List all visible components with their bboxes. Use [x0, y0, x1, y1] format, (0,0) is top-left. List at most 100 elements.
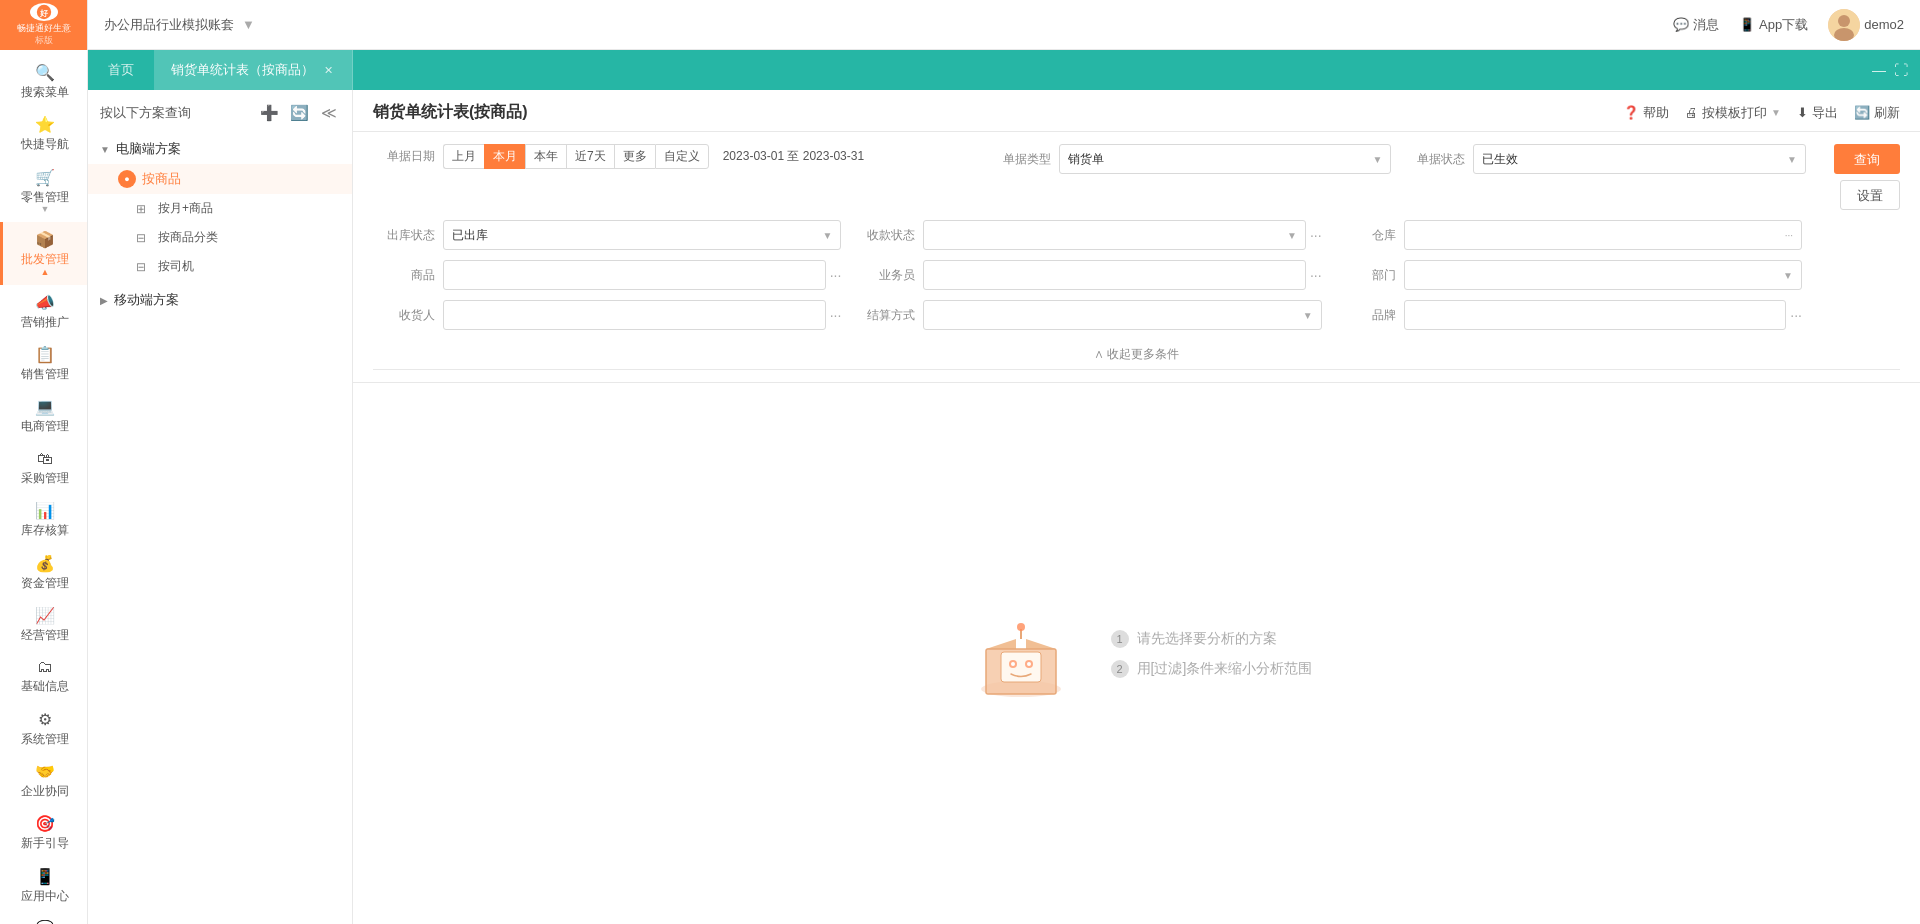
sidebar-item-newbie[interactable]: 🎯 新手引导	[0, 806, 87, 858]
paymentstatus-arrow-icon: ▼	[1287, 230, 1297, 241]
sidebar-item-inventory[interactable]: 📊 库存核算	[0, 493, 87, 545]
collapse-panel-button[interactable]: ≪	[318, 102, 340, 124]
date-range-value: 2023-03-01 至 2023-03-31	[723, 148, 864, 165]
scheme-group-mobile-header[interactable]: ▶ 移动端方案	[88, 285, 352, 315]
retail-arrow-icon: ▼	[41, 204, 50, 214]
dropdown-arrow-icon[interactable]: ▼	[242, 17, 255, 32]
warehouse-select[interactable]: ···	[1404, 220, 1802, 250]
sidebar-item-wholesale-label: 批发管理	[21, 252, 69, 266]
sidebar-item-retail-label: 零售管理	[21, 190, 69, 204]
sales-icon: 📋	[35, 345, 55, 364]
export-icon: ⬇	[1797, 105, 1808, 120]
add-scheme-button[interactable]: ➕	[258, 102, 280, 124]
tab-actions: — ⛶	[1860, 50, 1920, 90]
filter-row-2: 出库状态 已出库 ▼ 收款状态 ▼ ···	[373, 220, 1900, 250]
docstatus-select[interactable]: 已生效 ▼	[1473, 144, 1806, 174]
help-button[interactable]: ❓ 帮助	[1623, 104, 1669, 122]
setting-button[interactable]: 设置	[1840, 180, 1900, 210]
goods-select[interactable]	[443, 260, 826, 290]
date-tab-7days[interactable]: 近7天	[566, 144, 614, 169]
empty-tip-1: 1 请先选择要分析的方案	[1111, 630, 1313, 648]
scheme-subitem-month-goods[interactable]: ⊞ 按月+商品	[88, 194, 352, 223]
template-print-button[interactable]: 🖨 按模板打印 ▼	[1685, 104, 1781, 122]
date-tab-this-year[interactable]: 本年	[525, 144, 566, 169]
sidebar-item-operations-label: 经营管理	[21, 628, 69, 642]
sidebar-item-collab-label: 企业协同	[21, 784, 69, 798]
sidebar-item-collab[interactable]: 🤝 企业协同	[0, 754, 87, 806]
empty-state: 1 请先选择要分析的方案 2 用[过滤]条件来缩小分析范围	[353, 383, 1920, 924]
scheme-subitem-driver[interactable]: ⊟ 按司机	[88, 252, 352, 281]
left-panel-title: 按以下方案查询	[100, 104, 250, 122]
scheme-item-by-goods-label: 按商品	[142, 170, 181, 188]
tab-home[interactable]: 首页	[88, 50, 155, 90]
settlement-label: 结算方式	[853, 307, 923, 324]
template-print-icon: 🖨	[1685, 105, 1698, 120]
sidebar-item-retail[interactable]: 🛒 零售管理 ▼	[0, 160, 87, 222]
sidebar-item-quicknav[interactable]: ⭐ 快捷导航	[0, 107, 87, 159]
sidebar-item-weixin[interactable]: 💬 企业微信	[0, 911, 87, 924]
tab-minimize-icon[interactable]: —	[1872, 62, 1886, 78]
sidebar-item-system[interactable]: ⚙ 系统管理	[0, 702, 87, 754]
goods-dots: ···	[830, 267, 842, 283]
sidebar-item-newbie-label: 新手引导	[21, 836, 69, 850]
sidebar-item-purchase[interactable]: 🛍 采购管理	[0, 442, 87, 493]
sidebar-item-operations[interactable]: 📈 经营管理	[0, 598, 87, 650]
salesperson-select[interactable]	[923, 260, 1306, 290]
filter-outstatus-field: 出库状态 已出库 ▼	[373, 220, 841, 250]
app-download-button[interactable]: 📱 App下载	[1739, 16, 1808, 34]
settlement-select[interactable]: ▼	[923, 300, 1321, 330]
tab-close-icon[interactable]: ✕	[320, 62, 336, 78]
salesperson-dots: ···	[1310, 267, 1322, 283]
query-button[interactable]: 查询	[1834, 144, 1900, 174]
basics-icon: 🗂	[37, 658, 53, 676]
scheme-item-by-goods[interactable]: ● 按商品	[88, 164, 352, 194]
date-tab-more[interactable]: 更多	[614, 144, 655, 169]
tab-sales-report[interactable]: 销货单统计表（按商品） ✕	[155, 50, 353, 90]
scheme-subitem-goods-category[interactable]: ⊟ 按商品分类	[88, 223, 352, 252]
doctype-select[interactable]: 销货单 ▼	[1059, 144, 1392, 174]
brand-select[interactable]	[1404, 300, 1787, 330]
date-tab-this-month[interactable]: 本月	[484, 144, 525, 169]
brand-dots: ···	[1790, 307, 1802, 323]
scheme-group-mobile: ▶ 移动端方案	[88, 285, 352, 315]
paymentstatus-select[interactable]: ▼	[923, 220, 1306, 250]
receiver-select[interactable]	[443, 300, 826, 330]
sidebar-item-appstore[interactable]: 📱 应用中心	[0, 859, 87, 911]
dept-select[interactable]: ▼	[1404, 260, 1802, 290]
quicknav-icon: ⭐	[35, 115, 55, 134]
empty-tip-2: 2 用[过滤]条件来缩小分析范围	[1111, 660, 1313, 678]
scheme-icon-text: ●	[124, 174, 129, 184]
month-goods-icon: ⊞	[136, 202, 152, 216]
user-area[interactable]: demo2	[1828, 9, 1904, 41]
goods-label: 商品	[373, 267, 443, 284]
sidebar-item-ecommerce[interactable]: 💻 电商管理	[0, 389, 87, 441]
left-panel-header: 按以下方案查询 ➕ 🔄 ≪	[88, 102, 352, 134]
ecommerce-icon: 💻	[35, 397, 55, 416]
filter-area: 单据日期 上月 本月 本年 近7天 更多 自定义 2023-03-01 至 20…	[353, 132, 1920, 383]
docstatus-arrow-icon: ▼	[1787, 154, 1797, 165]
export-button[interactable]: ⬇ 导出	[1797, 104, 1838, 122]
empty-tips: 1 请先选择要分析的方案 2 用[过滤]条件来缩小分析范围	[1111, 630, 1313, 678]
tab-maximize-icon[interactable]: ⛶	[1894, 62, 1908, 78]
doctype-value: 销货单	[1068, 151, 1104, 168]
collapse-bar[interactable]: ∧ 收起更多条件	[373, 340, 1900, 370]
main-area: 办公用品行业模拟账套 ▼ 💬 消息 📱 App下载 demo2 首页	[88, 0, 1920, 924]
date-tab-custom[interactable]: 自定义	[655, 144, 709, 169]
sidebar-item-search[interactable]: 🔍 搜索菜单	[0, 55, 87, 107]
refresh-button[interactable]: 🔄 刷新	[1854, 104, 1900, 122]
scheme-group-desktop-header[interactable]: ▼ 电脑端方案	[88, 134, 352, 164]
filter-doctype-field: 单据类型 销货单 ▼	[989, 144, 1392, 174]
sidebar-item-sales[interactable]: 📋 销售管理	[0, 337, 87, 389]
empty-content: 1 请先选择要分析的方案 2 用[过滤]条件来缩小分析范围	[961, 594, 1313, 714]
outstatus-select[interactable]: 已出库 ▼	[443, 220, 841, 250]
refresh-scheme-button[interactable]: 🔄	[288, 102, 310, 124]
sidebar-item-wholesale[interactable]: 📦 批发管理 ▲	[0, 222, 87, 284]
sidebar-item-basics[interactable]: 🗂 基础信息	[0, 650, 87, 701]
message-button[interactable]: 💬 消息	[1673, 16, 1719, 34]
sidebar-item-finance[interactable]: 💰 资金管理	[0, 546, 87, 598]
sidebar-item-marketing[interactable]: 📣 营销推广	[0, 285, 87, 337]
sidebar-item-sales-label: 销售管理	[21, 367, 69, 381]
outstatus-arrow-icon: ▼	[822, 230, 832, 241]
date-tab-last-month[interactable]: 上月	[443, 144, 484, 169]
filter-row-1: 单据日期 上月 本月 本年 近7天 更多 自定义 2023-03-01 至 20…	[373, 144, 1900, 210]
